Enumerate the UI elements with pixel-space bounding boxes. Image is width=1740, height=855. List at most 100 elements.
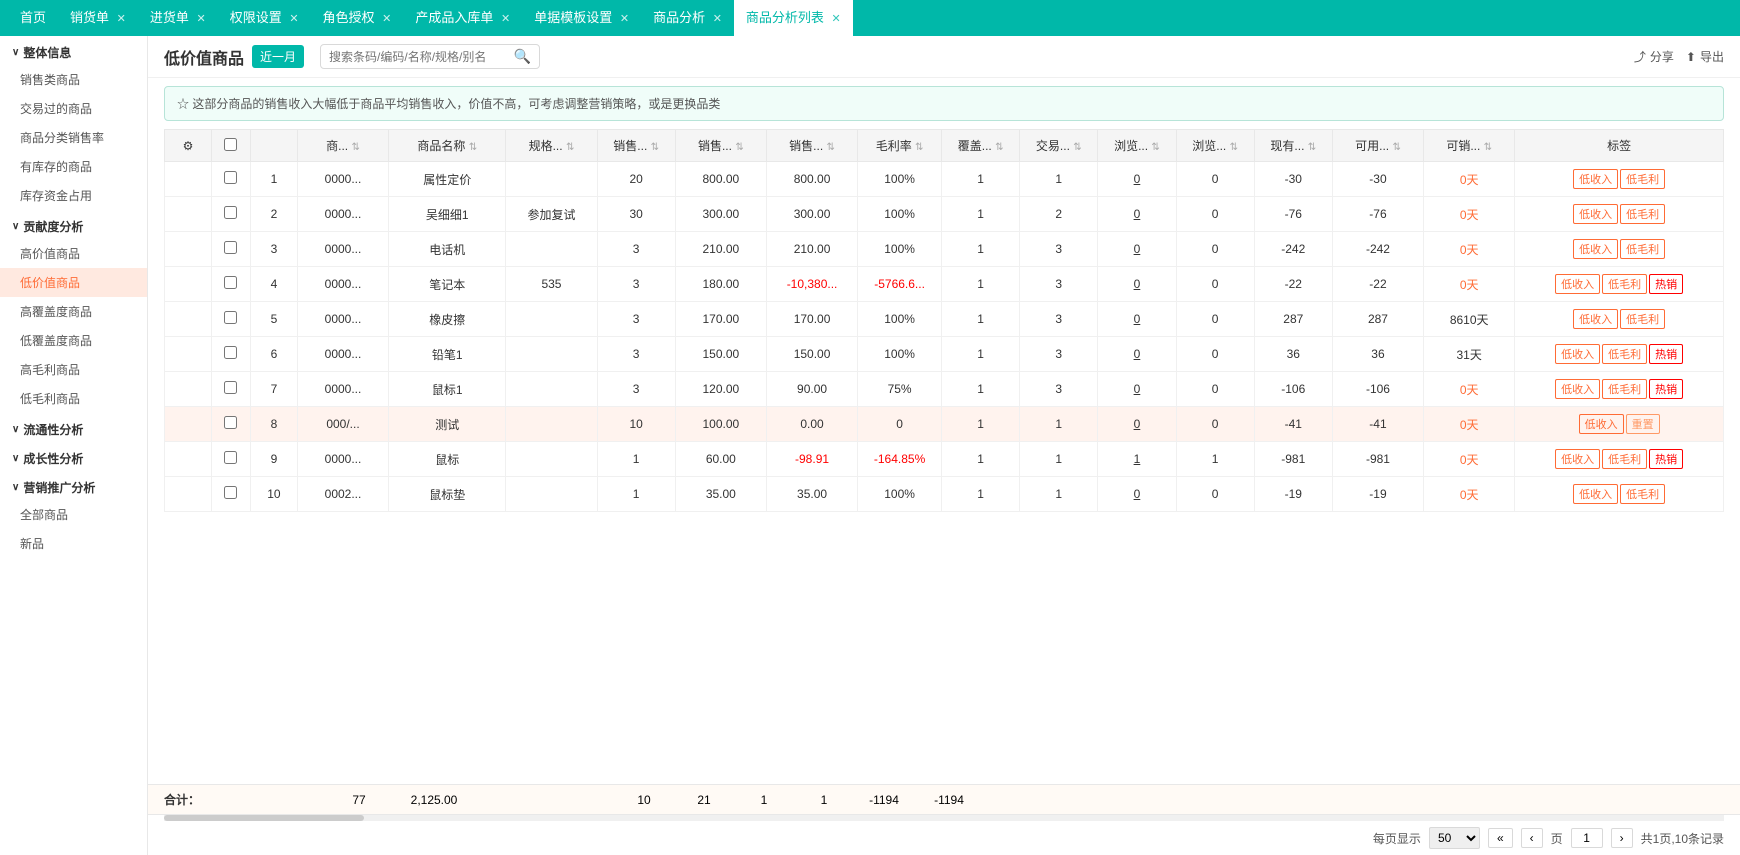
browse-link[interactable]: 0 [1134, 242, 1141, 256]
cell-check[interactable] [211, 372, 250, 407]
sidebar-item-high-margin[interactable]: 高毛利商品 [0, 355, 147, 384]
sidebar-item-stock-capital[interactable]: 库存资金占用 [0, 181, 147, 210]
col-saleable[interactable]: 可销... ⇅ [1424, 130, 1515, 162]
sidebar-item-high-value[interactable]: 高价值商品 [0, 239, 147, 268]
close-icon[interactable]: ✕ [196, 13, 205, 25]
search-icon[interactable]: 🔍 [514, 48, 531, 65]
cell-check[interactable] [211, 302, 250, 337]
col-check[interactable] [211, 130, 250, 162]
col-name[interactable]: 商品名称 ⇅ [389, 130, 506, 162]
cell-check[interactable] [211, 442, 250, 477]
row-checkbox[interactable] [224, 206, 237, 219]
nav-role-auth[interactable]: 角色授权 ✕ [311, 0, 404, 36]
recent-month-button[interactable]: 近一月 [252, 45, 304, 68]
col-trade[interactable]: 交易... ⇅ [1020, 130, 1098, 162]
select-all-checkbox[interactable] [224, 138, 237, 151]
cell-check[interactable] [211, 197, 250, 232]
prev-page-button[interactable]: ‹ [1521, 828, 1543, 848]
nav-template[interactable]: 单据模板设置 ✕ [522, 0, 641, 36]
browse-link[interactable]: 0 [1134, 382, 1141, 396]
close-icon[interactable]: ✕ [289, 13, 298, 25]
col-sale-qty[interactable]: 销售... ⇅ [597, 130, 675, 162]
close-icon[interactable]: ✕ [117, 13, 126, 25]
col-browse1[interactable]: 浏览... ⇅ [1098, 130, 1176, 162]
col-gross-rate[interactable]: 毛利率 ⇅ [858, 130, 942, 162]
nav-goods-analysis-list[interactable]: 商品分析列表 ✕ [734, 0, 853, 36]
cell-check[interactable] [211, 232, 250, 267]
browse-link[interactable]: 0 [1134, 207, 1141, 221]
nav-permission[interactable]: 权限设置 ✕ [218, 0, 311, 36]
cell-browse1: 0 [1098, 162, 1176, 197]
page-input[interactable] [1571, 828, 1603, 848]
row-checkbox[interactable] [224, 346, 237, 359]
browse-link[interactable]: 0 [1134, 277, 1141, 291]
sidebar-group-marketing[interactable]: ∨ 营销推广分析 [0, 471, 147, 500]
row-checkbox[interactable] [224, 171, 237, 184]
sidebar-item-traded-goods[interactable]: 交易过的商品 [0, 94, 147, 123]
cell-check[interactable] [211, 407, 250, 442]
nav-purchase-order[interactable]: 进货单 ✕ [138, 0, 218, 36]
nav-sales-order[interactable]: 销货单 ✕ [58, 0, 138, 36]
sidebar-item-stock-goods[interactable]: 有库存的商品 [0, 152, 147, 181]
col-sale-avg[interactable]: 销售... ⇅ [766, 130, 857, 162]
cell-saleable: 0天 [1424, 477, 1515, 512]
share-button[interactable]: ⤴ 分享 [1634, 48, 1674, 65]
sidebar-group-contribution[interactable]: ∨ 贡献度分析 [0, 210, 147, 239]
cell-check[interactable] [211, 162, 250, 197]
close-icon[interactable]: ✕ [832, 13, 841, 25]
sidebar-item-low-coverage[interactable]: 低覆盖度商品 [0, 326, 147, 355]
sidebar-item-sales-goods[interactable]: 销售类商品 [0, 65, 147, 94]
next-page-button[interactable]: › [1611, 828, 1633, 848]
browse-link[interactable]: 0 [1134, 347, 1141, 361]
nav-product-stock[interactable]: 产成品入库单 ✕ [403, 0, 522, 36]
row-checkbox[interactable] [224, 311, 237, 324]
col-available[interactable]: 可用... ⇅ [1332, 130, 1423, 162]
browse-link[interactable]: 0 [1134, 417, 1141, 431]
cell-check[interactable] [211, 477, 250, 512]
nav-goods-analysis[interactable]: 商品分析 ✕ [641, 0, 734, 36]
row-checkbox[interactable] [224, 241, 237, 254]
browse-link[interactable]: 1 [1134, 452, 1141, 466]
col-stock[interactable]: 现有... ⇅ [1254, 130, 1332, 162]
col-spec[interactable]: 规格... ⇅ [506, 130, 597, 162]
col-cover[interactable]: 覆盖... ⇅ [942, 130, 1020, 162]
sidebar-item-high-coverage[interactable]: 高覆盖度商品 [0, 297, 147, 326]
cell-tags: 低收入低毛利 [1515, 197, 1724, 232]
per-page-select[interactable]: 50 100 [1429, 827, 1480, 849]
row-checkbox[interactable] [224, 381, 237, 394]
sidebar-item-low-value[interactable]: 低价值商品 [0, 268, 147, 297]
cell-check[interactable] [211, 267, 250, 302]
sidebar-group-overall[interactable]: ∨ 整体信息 [0, 36, 147, 65]
close-icon[interactable]: ✕ [713, 13, 722, 25]
row-checkbox[interactable] [224, 276, 237, 289]
browse-link[interactable]: 0 [1134, 487, 1141, 501]
browse-link[interactable]: 0 [1134, 312, 1141, 326]
close-icon[interactable]: ✕ [501, 13, 510, 25]
nav-home[interactable]: 首页 [8, 0, 58, 36]
col-code[interactable]: 商... ⇅ [297, 130, 388, 162]
tag: 低毛利 [1620, 309, 1665, 329]
col-sale-income[interactable]: 销售... ⇅ [675, 130, 766, 162]
cell-available: -981 [1332, 442, 1423, 477]
close-icon[interactable]: ✕ [620, 13, 629, 25]
sidebar-group-circulation[interactable]: ∨ 流通性分析 [0, 413, 147, 442]
sidebar-item-category-sales[interactable]: 商品分类销售率 [0, 123, 147, 152]
col-settings[interactable]: ⚙ [165, 130, 212, 162]
sidebar-item-low-margin[interactable]: 低毛利商品 [0, 384, 147, 413]
first-page-button[interactable]: « [1488, 828, 1513, 848]
row-checkbox[interactable] [224, 486, 237, 499]
export-button[interactable]: ⬆ 导出 [1686, 48, 1724, 65]
sum-trade: 21 [674, 793, 734, 807]
cell-check[interactable] [211, 337, 250, 372]
sidebar-group-growth[interactable]: ∨ 成长性分析 [0, 442, 147, 471]
row-checkbox[interactable] [224, 451, 237, 464]
browse-link[interactable]: 0 [1134, 172, 1141, 186]
search-input[interactable] [329, 50, 514, 64]
sidebar-item-all-goods[interactable]: 全部商品 [0, 500, 147, 529]
content-area: 低价值商品 近一月 🔍 ⤴ 分享 ⬆ 导出 ☆ 这部分商品的销售收入大幅低于商品… [148, 36, 1740, 855]
col-browse2[interactable]: 浏览... ⇅ [1176, 130, 1254, 162]
sidebar-item-new-goods[interactable]: 新品 [0, 529, 147, 558]
cell-sale-avg: 150.00 [766, 337, 857, 372]
row-checkbox[interactable] [224, 416, 237, 429]
close-icon[interactable]: ✕ [382, 13, 391, 25]
